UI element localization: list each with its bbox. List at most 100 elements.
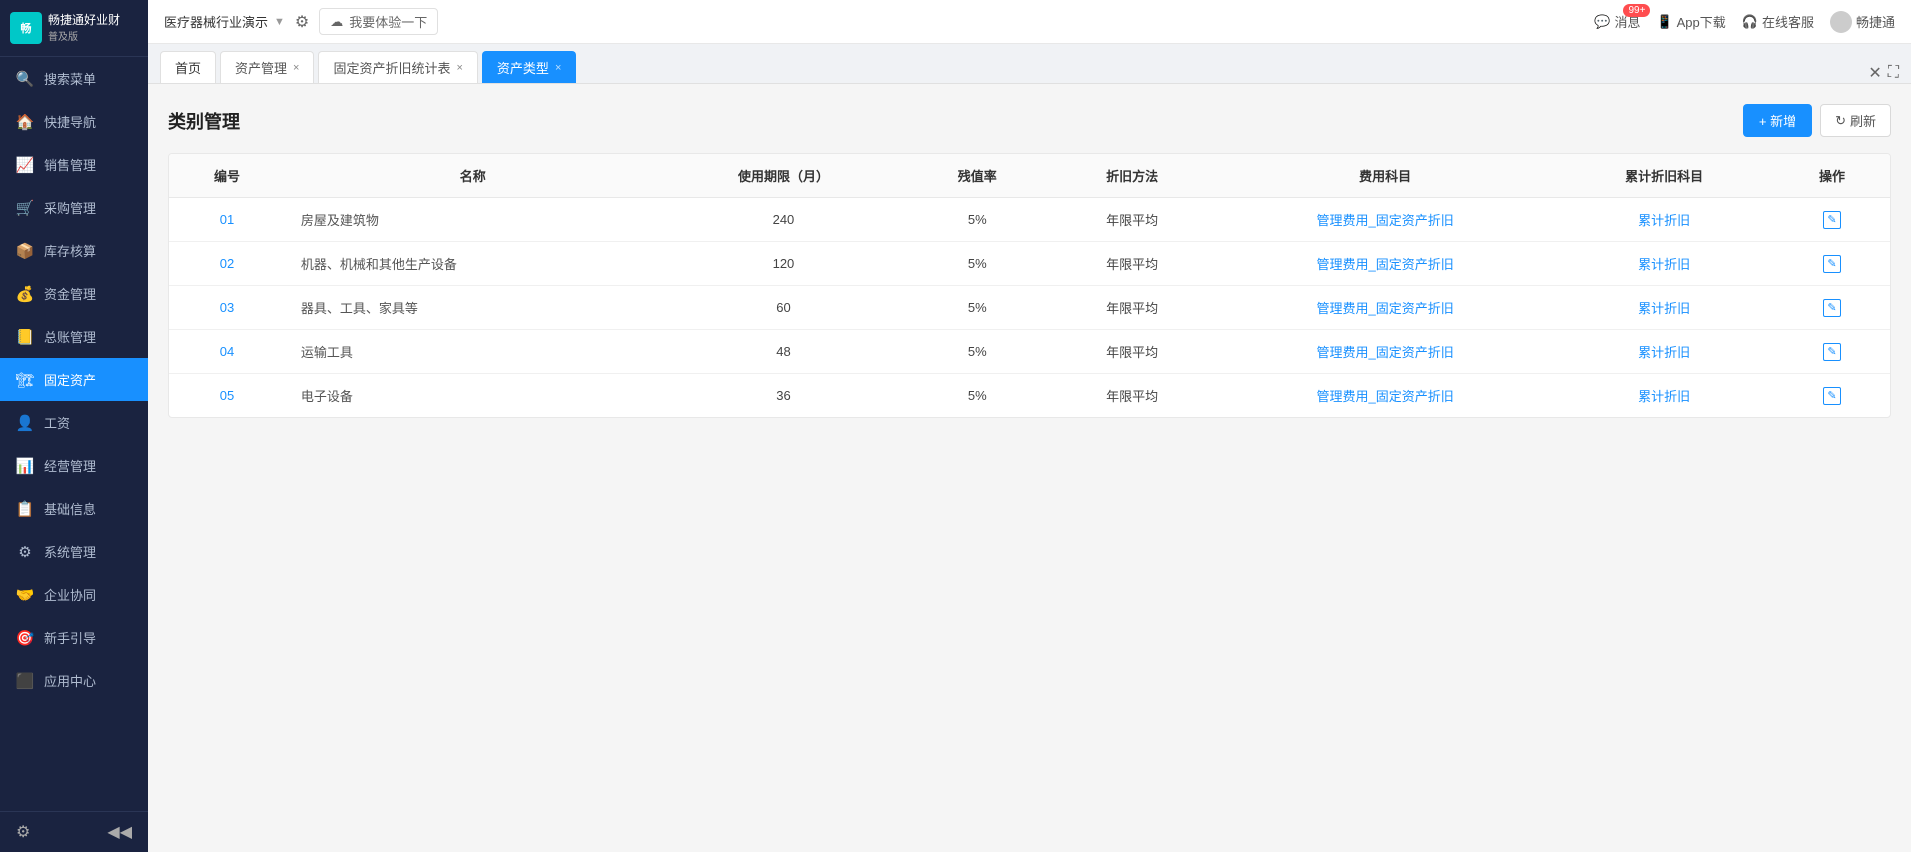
sidebar-nav: 🔍 搜索菜单 🏠 快捷导航 📈 销售管理 🛒 采购管理 📦 库存核算 💰 资金管…	[0, 57, 148, 811]
edit-icon[interactable]: ✎	[1823, 343, 1841, 361]
refresh-icon: ↻	[1835, 113, 1846, 129]
online-service-btn[interactable]: 🎧 在线客服	[1742, 12, 1814, 31]
row-accum[interactable]: 累计折旧	[1554, 374, 1774, 418]
tab-asset-type[interactable]: 资产类型 ×	[482, 51, 576, 83]
user-avatar	[1830, 11, 1852, 33]
app-download-btn[interactable]: 📱 App下载	[1656, 12, 1725, 31]
sidebar-item-fixed-assets[interactable]: 🏗 固定资产	[0, 358, 148, 401]
sidebar-item-quick-nav[interactable]: 🏠 快捷导航	[0, 100, 148, 143]
edit-icon[interactable]: ✎	[1823, 255, 1841, 273]
table-row: 03 器具、工具、家具等 60 5% 年限平均 管理费用_固定资产折旧 累计折旧…	[169, 286, 1890, 330]
row-period: 240	[661, 198, 907, 242]
sidebar-item-app-center-label: 应用中心	[44, 671, 96, 690]
edit-icon[interactable]: ✎	[1823, 387, 1841, 405]
row-accum[interactable]: 累计折旧	[1554, 242, 1774, 286]
sidebar-item-cooperation[interactable]: 🤝 企业协同	[0, 573, 148, 616]
tab-depreciation-table[interactable]: 固定资产折旧统计表 ×	[318, 51, 477, 83]
collapse-icon[interactable]: ◀◀	[107, 822, 132, 842]
sidebar-item-inventory[interactable]: 📦 库存核算	[0, 229, 148, 272]
row-expense[interactable]: 管理费用_固定资产折旧	[1216, 198, 1554, 242]
col-accum: 累计折旧科目	[1554, 154, 1774, 198]
row-code[interactable]: 04	[169, 330, 285, 374]
sidebar-item-inventory-label: 库存核算	[44, 241, 96, 260]
sidebar-item-basic-info[interactable]: 📋 基础信息	[0, 487, 148, 530]
settings-icon[interactable]: ⚙	[16, 822, 30, 842]
sidebar-item-ops[interactable]: 📊 经营管理	[0, 444, 148, 487]
row-period: 36	[661, 374, 907, 418]
row-method: 年限平均	[1048, 198, 1216, 242]
app-version: 普及版	[48, 28, 120, 43]
row-method: 年限平均	[1048, 286, 1216, 330]
user-menu[interactable]: 畅捷通	[1830, 11, 1895, 33]
edit-icon[interactable]: ✎	[1823, 299, 1841, 317]
tab-asset-type-label: 资产类型	[497, 58, 549, 77]
tab-depreciation-close[interactable]: ×	[456, 62, 462, 74]
sidebar-item-sales-label: 销售管理	[44, 155, 96, 174]
sidebar-logo: 畅 畅捷通好业财 普及版	[0, 0, 148, 57]
download-icon: 📱	[1656, 14, 1672, 30]
page-content: 类别管理 + 新增 ↻ 刷新 编号 名称 使用期限（月） 残值率	[148, 84, 1911, 852]
col-name: 名称	[285, 154, 661, 198]
page-header: 类别管理 + 新增 ↻ 刷新	[168, 104, 1891, 137]
sidebar-item-sales[interactable]: 📈 销售管理	[0, 143, 148, 186]
row-accum[interactable]: 累计折旧	[1554, 330, 1774, 374]
sidebar-item-search[interactable]: 🔍 搜索菜单	[0, 57, 148, 100]
refresh-button[interactable]: ↻ 刷新	[1820, 104, 1891, 137]
row-code[interactable]: 02	[169, 242, 285, 286]
app-center-icon: ⬛	[16, 672, 34, 690]
row-code[interactable]: 05	[169, 374, 285, 418]
tab-asset-mgmt-close[interactable]: ×	[293, 62, 299, 74]
row-action[interactable]: ✎	[1774, 330, 1890, 374]
row-code[interactable]: 01	[169, 198, 285, 242]
row-method: 年限平均	[1048, 374, 1216, 418]
tab-asset-type-close[interactable]: ×	[555, 62, 561, 74]
row-action[interactable]: ✎	[1774, 374, 1890, 418]
company-selector[interactable]: 医疗器械行业演示 ▼	[164, 12, 285, 31]
row-action[interactable]: ✎	[1774, 242, 1890, 286]
page-title: 类别管理	[168, 108, 240, 134]
tab-home[interactable]: 首页	[160, 51, 216, 83]
sidebar-item-capital-label: 资金管理	[44, 284, 96, 303]
row-period: 120	[661, 242, 907, 286]
table-header-row: 编号 名称 使用期限（月） 残值率 折旧方法 费用科目 累计折旧科目 操作	[169, 154, 1890, 198]
col-residual: 残值率	[906, 154, 1048, 198]
row-accum[interactable]: 累计折旧	[1554, 286, 1774, 330]
row-accum[interactable]: 累计折旧	[1554, 198, 1774, 242]
basic-info-icon: 📋	[16, 500, 34, 518]
sidebar-item-app-center[interactable]: ⬛ 应用中心	[0, 659, 148, 702]
message-btn[interactable]: 💬 消息 99+	[1594, 12, 1640, 31]
sidebar-item-ledger[interactable]: 📒 总账管理	[0, 315, 148, 358]
sidebar-item-fixed-assets-label: 固定资产	[44, 370, 96, 389]
row-code[interactable]: 03	[169, 286, 285, 330]
maximize-icon[interactable]: ⛶	[1888, 64, 1899, 82]
company-settings-icon[interactable]: ⚙	[295, 12, 309, 32]
row-action[interactable]: ✎	[1774, 286, 1890, 330]
sidebar-item-guide[interactable]: 🎯 新手引导	[0, 616, 148, 659]
app-name: 畅捷通好业财	[48, 13, 120, 29]
main-area: 医疗器械行业演示 ▼ ⚙ ☁ 我要体验一下 💬 消息 99+ 📱 App下载 🎧…	[148, 0, 1911, 852]
sidebar-item-capital[interactable]: 💰 资金管理	[0, 272, 148, 315]
sidebar-item-guide-label: 新手引导	[44, 628, 96, 647]
row-expense[interactable]: 管理费用_固定资产折旧	[1216, 286, 1554, 330]
sidebar-item-payroll[interactable]: 👤 工资	[0, 401, 148, 444]
asset-type-table: 编号 名称 使用期限（月） 残值率 折旧方法 费用科目 累计折旧科目 操作 01…	[169, 154, 1890, 417]
tabbar: 首页 资产管理 × 固定资产折旧统计表 × 资产类型 × ✕ ⛶	[148, 44, 1911, 84]
row-name: 运输工具	[285, 330, 661, 374]
sidebar-item-system[interactable]: ⚙ 系统管理	[0, 530, 148, 573]
row-expense[interactable]: 管理费用_固定资产折旧	[1216, 374, 1554, 418]
add-button[interactable]: + 新增	[1743, 104, 1812, 137]
edit-icon[interactable]: ✎	[1823, 211, 1841, 229]
col-action: 操作	[1774, 154, 1890, 198]
close-tab-icon[interactable]: ✕	[1868, 63, 1881, 83]
table-row: 05 电子设备 36 5% 年限平均 管理费用_固定资产折旧 累计折旧 ✎	[169, 374, 1890, 418]
tab-asset-mgmt[interactable]: 资产管理 ×	[220, 51, 314, 83]
sidebar-item-purchase[interactable]: 🛒 采购管理	[0, 186, 148, 229]
row-expense[interactable]: 管理费用_固定资产折旧	[1216, 330, 1554, 374]
experience-button[interactable]: ☁ 我要体验一下	[319, 8, 438, 35]
row-expense[interactable]: 管理费用_固定资产折旧	[1216, 242, 1554, 286]
sales-icon: 📈	[16, 156, 34, 174]
row-action[interactable]: ✎	[1774, 198, 1890, 242]
table-row: 04 运输工具 48 5% 年限平均 管理费用_固定资产折旧 累计折旧 ✎	[169, 330, 1890, 374]
purchase-icon: 🛒	[16, 199, 34, 217]
company-dropdown-arrow: ▼	[274, 16, 285, 28]
